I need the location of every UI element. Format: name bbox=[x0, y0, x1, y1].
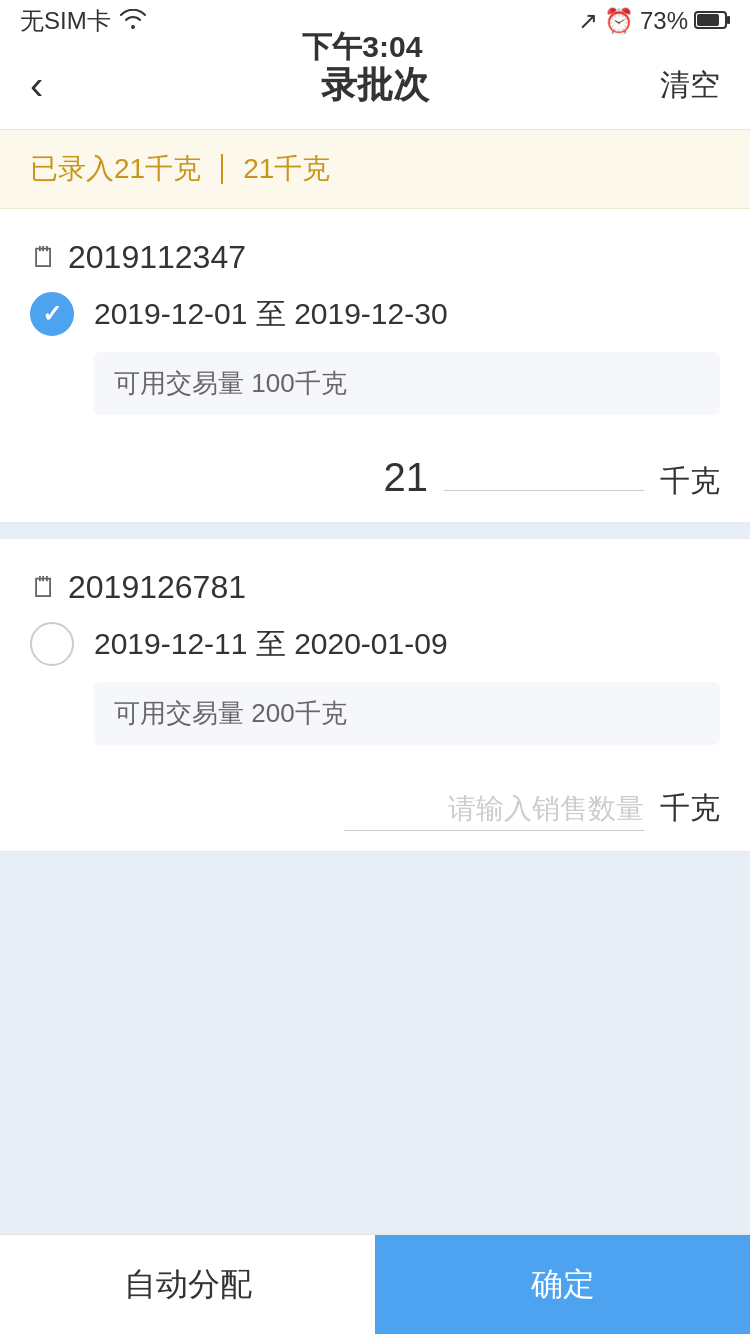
bottom-bar: 自动分配 确定 bbox=[0, 1234, 750, 1334]
back-button[interactable]: ‹ bbox=[30, 63, 43, 108]
batch1-icon: 🗒 bbox=[30, 241, 58, 274]
batch-divider bbox=[0, 523, 750, 539]
recorded-amount: 已录入21千克 bbox=[30, 150, 201, 188]
batch2-quantity-input[interactable] bbox=[344, 785, 644, 831]
batch2-date-range: 2019-12-11 至 2020-01-09 bbox=[94, 624, 448, 665]
batch1-row: 2019-12-01 至 2019-12-30 bbox=[30, 292, 720, 336]
batch1-availability: 可用交易量 100千克 bbox=[94, 352, 720, 415]
battery-text: 73% bbox=[640, 7, 688, 35]
batch1-quantity-value: 21 bbox=[384, 455, 429, 500]
batch2-unit: 千克 bbox=[660, 788, 720, 829]
batch2-id: 2019126781 bbox=[68, 569, 246, 606]
wifi-icon bbox=[119, 7, 147, 35]
batch1-date-range: 2019-12-01 至 2019-12-30 bbox=[94, 294, 448, 335]
banner-divider bbox=[221, 154, 223, 184]
clear-button[interactable]: 清空 bbox=[660, 65, 720, 106]
batch-item-1: 🗒 2019112347 2019-12-01 至 2019-12-30 可用交… bbox=[0, 209, 750, 435]
batch2-input-row: 千克 bbox=[0, 765, 750, 852]
page-title: 录批次 bbox=[321, 61, 429, 110]
batch-item-2: 🗒 2019126781 2019-12-11 至 2020-01-09 可用交… bbox=[0, 539, 750, 765]
batch1-header: 🗒 2019112347 bbox=[30, 239, 720, 276]
batch2-availability: 可用交易量 200千克 bbox=[94, 682, 720, 745]
svg-rect-1 bbox=[727, 16, 730, 24]
status-bar: 无SIM卡 下午3:04 ↗ ⏰ 73% bbox=[0, 0, 750, 42]
batch2-row: 2019-12-11 至 2020-01-09 bbox=[30, 622, 720, 666]
auto-distribute-button[interactable]: 自动分配 bbox=[0, 1235, 375, 1334]
batch1-id: 2019112347 bbox=[68, 239, 246, 276]
alarm-icon: ⏰ bbox=[604, 7, 634, 35]
confirm-button[interactable]: 确定 bbox=[375, 1235, 750, 1334]
batch1-underline bbox=[444, 490, 644, 491]
content-area: 🗒 2019112347 2019-12-01 至 2019-12-30 可用交… bbox=[0, 209, 750, 1334]
batch2-radio[interactable] bbox=[30, 622, 74, 666]
carrier-text: 无SIM卡 bbox=[20, 5, 111, 37]
batch1-quantity-row: 21 千克 bbox=[0, 435, 750, 523]
status-right: ↗ ⏰ 73% bbox=[578, 7, 730, 35]
total-amount: 21千克 bbox=[243, 150, 330, 188]
empty-area bbox=[0, 852, 750, 1272]
batch2-icon: 🗒 bbox=[30, 571, 58, 604]
status-left: 无SIM卡 bbox=[20, 5, 147, 37]
battery-icon bbox=[694, 7, 730, 35]
batch2-header: 🗒 2019126781 bbox=[30, 569, 720, 606]
svg-rect-2 bbox=[697, 14, 719, 26]
location-icon: ↗ bbox=[578, 7, 598, 35]
info-banner: 已录入21千克 21千克 bbox=[0, 130, 750, 209]
batch1-unit: 千克 bbox=[660, 461, 720, 502]
batch1-radio[interactable] bbox=[30, 292, 74, 336]
